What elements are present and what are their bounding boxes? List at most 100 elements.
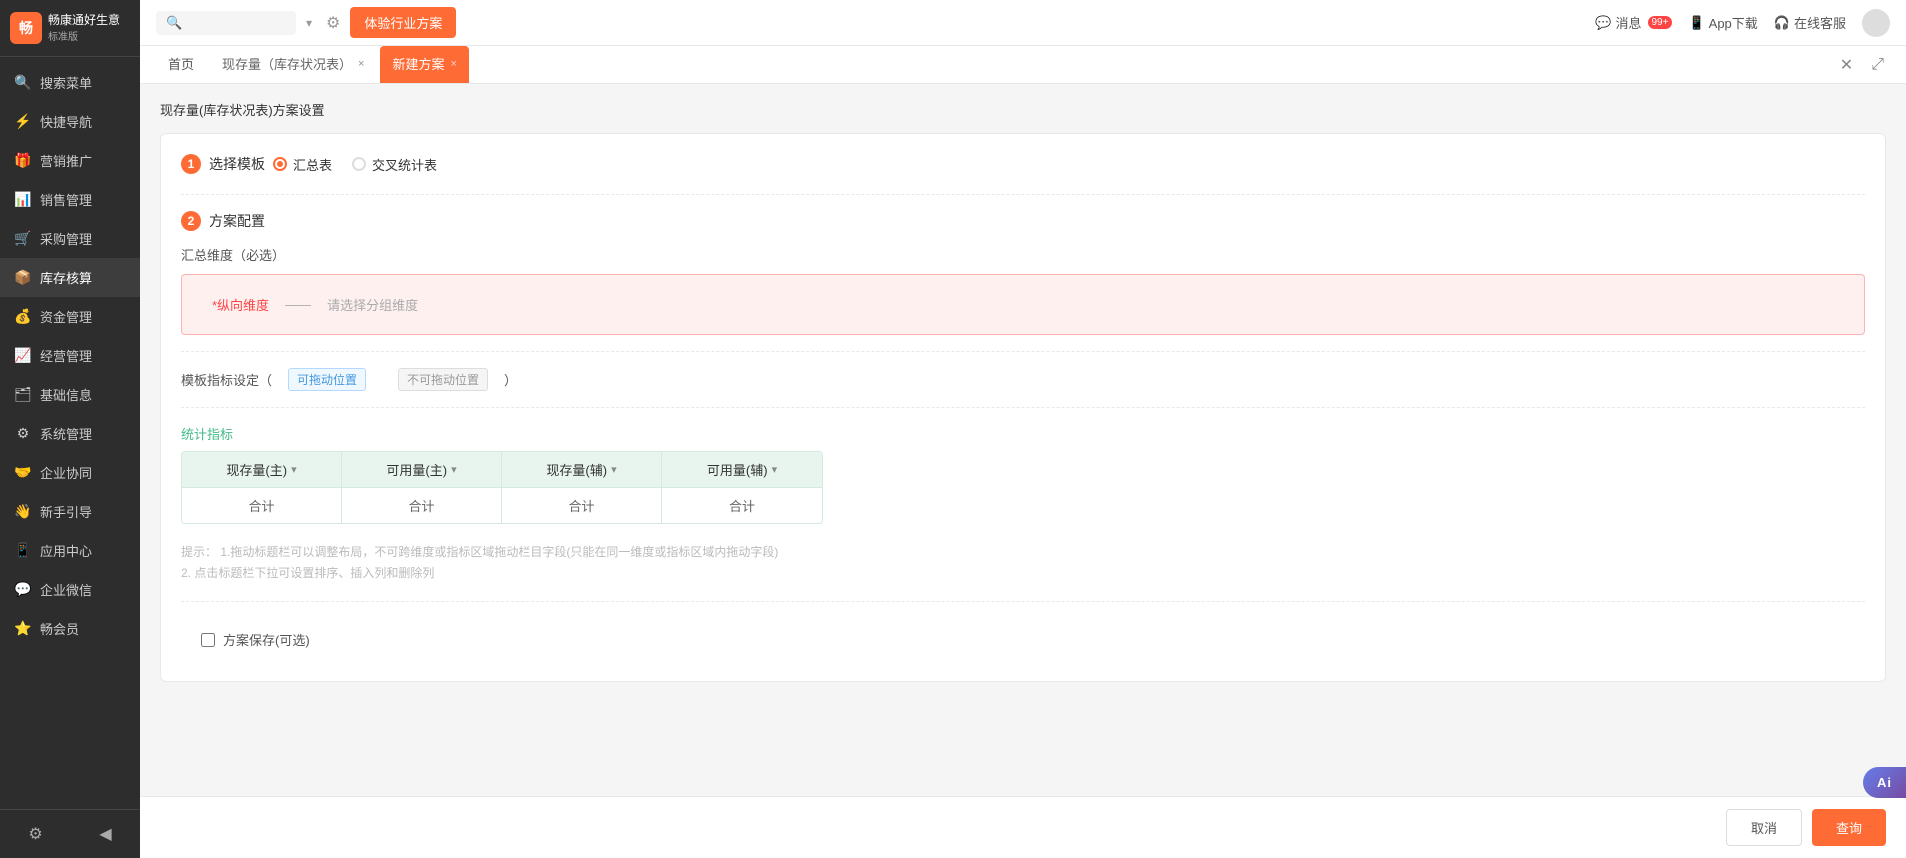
sidebar-item-system[interactable]: ⚙ 系统管理: [0, 414, 140, 453]
col-body-2: 合计: [342, 488, 502, 523]
tab-inventory[interactable]: 现存量（库存状况表） ×: [210, 46, 376, 83]
sidebar-item-app-center[interactable]: 📱 应用中心: [0, 531, 140, 570]
sidebar-item-search-menu[interactable]: 🔍 搜索菜单: [0, 63, 140, 102]
step1-header: 1 选择模板 汇总表 交叉统计表: [181, 154, 1865, 174]
tips-section: 提示： 1.拖动标题栏可以调整布局，不可跨维度或指标区域拖动栏目字段(只能在同一…: [181, 543, 1865, 581]
sidebar-item-quick-nav[interactable]: ⚡ 快捷导航: [0, 102, 140, 141]
cancel-button[interactable]: 取消: [1726, 809, 1802, 846]
online-service-btn[interactable]: 🎧 在线客服: [1774, 13, 1846, 32]
collapse-footer-btn[interactable]: ◀: [91, 820, 119, 848]
vertical-dim-label: *纵向维度: [212, 295, 269, 314]
sidebar: 畅 畅康通好生意 标准版 🔍 搜索菜单 ⚡ 快捷导航 🎁 营销推广 📊 销售管理…: [0, 0, 140, 858]
sidebar-item-label: 库存核算: [40, 268, 92, 287]
tab-new-plan-close[interactable]: ×: [450, 58, 456, 70]
draggable-tag: 可拖动位置: [288, 368, 366, 391]
trial-btn[interactable]: 体验行业方案: [350, 7, 456, 38]
search-menu-icon: 🔍: [14, 74, 32, 92]
message-icon: 💬: [1595, 15, 1611, 31]
col-label-1: 现存量(主): [226, 460, 287, 479]
logo-icon: 畅: [10, 12, 42, 44]
topbar-gear-icon[interactable]: ⚙: [326, 13, 340, 33]
divider-4: [181, 601, 1865, 602]
step2-badge: 2: [181, 211, 201, 231]
sidebar-footer: ⚙ ◀: [0, 809, 140, 858]
sidebar-item-label: 销售管理: [40, 190, 92, 209]
sidebar-item-basic-info[interactable]: 🗂 基础信息: [0, 375, 140, 414]
save-checkbox[interactable]: [201, 633, 215, 647]
col-chevron-1[interactable]: ▾: [291, 463, 297, 476]
finance-icon: 💰: [14, 308, 32, 326]
save-row: 方案保存(可选): [181, 618, 1865, 661]
app-download-btn[interactable]: 📱 App下载: [1688, 13, 1757, 32]
col-header-4[interactable]: 可用量(辅) ▾: [662, 452, 822, 487]
message-badge: 99+: [1648, 16, 1673, 29]
non-draggable-tag: 不可拖动位置: [398, 368, 488, 391]
ai-bubble[interactable]: Ai: [1863, 767, 1906, 798]
col-label-2: 可用量(主): [386, 460, 447, 479]
sidebar-item-label: 基础信息: [40, 385, 92, 404]
step2-title: 方案配置: [209, 211, 265, 231]
tab-new-plan[interactable]: 新建方案 ×: [380, 46, 468, 83]
sidebar-item-label: 搜索菜单: [40, 73, 92, 92]
sidebar-item-label: 新手引导: [40, 502, 92, 521]
search-input[interactable]: [188, 16, 288, 30]
sidebar-item-enterprise[interactable]: 🤝 企业协同: [0, 453, 140, 492]
sidebar-item-marketing[interactable]: 🎁 营销推广: [0, 141, 140, 180]
radio-cross[interactable]: 交叉统计表: [352, 155, 437, 174]
sidebar-logo: 畅 畅康通好生意 标准版: [0, 0, 140, 57]
sidebar-item-finance[interactable]: 💰 资金管理: [0, 297, 140, 336]
col-chevron-4[interactable]: ▾: [772, 463, 778, 476]
sidebar-item-operations[interactable]: 📈 经营管理: [0, 336, 140, 375]
col-header-1[interactable]: 现存量(主) ▾: [182, 452, 342, 487]
tab-expand-btn[interactable]: ⤢: [1865, 53, 1890, 77]
main-area: 🔍 ▾ ⚙ 体验行业方案 💬 消息 99+ 📱 App下载 🎧 在线客服: [140, 0, 1906, 858]
tabs-bar: 首页 现存量（库存状况表） × 新建方案 × ✕ ⤢: [140, 46, 1906, 84]
app-download-icon: 📱: [1688, 15, 1704, 31]
settings-footer-btn[interactable]: ⚙: [20, 820, 50, 848]
save-label: 方案保存(可选): [223, 630, 310, 649]
summary-dim-label: 汇总维度（必选）: [181, 245, 1865, 264]
col-chevron-3[interactable]: ▾: [611, 463, 617, 476]
message-btn[interactable]: 💬 消息 99+: [1595, 13, 1672, 32]
user-avatar[interactable]: [1862, 9, 1890, 37]
col-chevron-2[interactable]: ▾: [451, 463, 457, 476]
sidebar-item-purchase[interactable]: 🛒 采购管理: [0, 219, 140, 258]
tab-home[interactable]: 首页: [156, 46, 206, 83]
sidebar-item-label: 企业微信: [40, 580, 92, 599]
col-header-2[interactable]: 可用量(主) ▾: [342, 452, 502, 487]
step1-title: 选择模板: [209, 154, 265, 174]
sidebar-item-newbie[interactable]: 👋 新手引导: [0, 492, 140, 531]
topbar: 🔍 ▾ ⚙ 体验行业方案 💬 消息 99+ 📱 App下载 🎧 在线客服: [140, 0, 1906, 46]
query-button[interactable]: 查询: [1812, 809, 1886, 846]
tab-inventory-close[interactable]: ×: [358, 58, 364, 70]
divider-3: [181, 407, 1865, 408]
inventory-icon: 📦: [14, 269, 32, 287]
sidebar-item-sales[interactable]: 📊 销售管理: [0, 180, 140, 219]
step2-header: 2 方案配置: [181, 211, 1865, 231]
step2-section: 2 方案配置 汇总维度（必选） *纵向维度 —— 请选择分组维度 模板指标设定（…: [181, 211, 1865, 581]
stats-section-title: 统计指标: [181, 424, 1865, 443]
member-icon: ⭐: [14, 620, 32, 638]
col-value-2: 合计: [408, 496, 434, 515]
tabs-right-actions: ✕ ⤢: [1834, 53, 1890, 77]
radio-summary[interactable]: 汇总表: [273, 155, 332, 174]
marketing-icon: 🎁: [14, 152, 32, 170]
col-label-4: 可用量(辅): [707, 460, 768, 479]
step1-badge: 1: [181, 154, 201, 174]
col-header-3[interactable]: 现存量(辅) ▾: [502, 452, 662, 487]
enterprise-icon: 🤝: [14, 464, 32, 482]
tab-close-btn[interactable]: ✕: [1834, 53, 1859, 77]
search-chevron-icon[interactable]: ▾: [306, 16, 312, 30]
template-settings-label: 模板指标设定（: [181, 370, 272, 389]
dimension-warning-box: *纵向维度 —— 请选择分组维度: [181, 274, 1865, 335]
col-label-3: 现存量(辅): [546, 460, 607, 479]
col-body-1: 合计: [182, 488, 342, 523]
template-settings-suffix: ）: [504, 370, 517, 389]
sidebar-item-wechat[interactable]: 💬 企业微信: [0, 570, 140, 609]
action-bar: 取消 查询: [140, 796, 1906, 858]
sidebar-item-inventory[interactable]: 📦 库存核算: [0, 258, 140, 297]
sidebar-item-member[interactable]: ⭐ 畅会员: [0, 609, 140, 648]
page-title: 现存量(库存状况表)方案设置: [160, 100, 1886, 119]
topbar-search-box[interactable]: 🔍: [156, 11, 296, 35]
settings-panel: 1 选择模板 汇总表 交叉统计表: [160, 133, 1886, 682]
